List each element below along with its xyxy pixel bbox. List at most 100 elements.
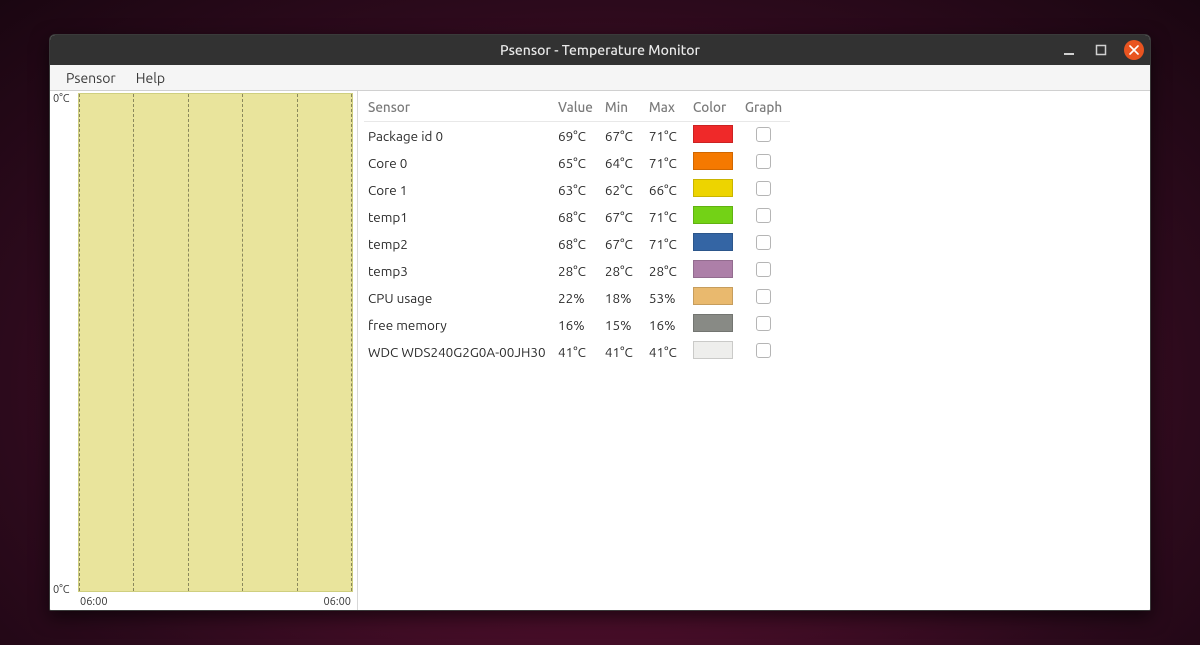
content-area: 0°C 0°C 06:00 06:00 Sensor	[50, 91, 1150, 610]
minimize-button[interactable]	[1060, 41, 1078, 59]
graph-grid	[79, 94, 352, 591]
maximize-button[interactable]	[1092, 41, 1110, 59]
sensor-value: 16%	[554, 311, 601, 338]
graph-checkbox[interactable]	[756, 316, 771, 331]
table-header-row[interactable]: Sensor Value Min Max Color Graph	[364, 95, 790, 122]
color-swatch[interactable]	[693, 233, 733, 251]
color-swatch[interactable]	[693, 206, 733, 224]
col-header-value[interactable]: Value	[554, 95, 601, 122]
sensor-min: 62°C	[601, 176, 645, 203]
col-header-min[interactable]: Min	[601, 95, 645, 122]
sensor-max: 16%	[645, 311, 689, 338]
graph-checkbox[interactable]	[756, 127, 771, 142]
sensor-name: Core 1	[364, 176, 554, 203]
sensor-graph-cell	[741, 311, 790, 338]
table-row[interactable]: Package id 069°C67°C71°C	[364, 122, 790, 150]
x-axis-start-label: 06:00	[80, 596, 108, 608]
sensor-graph-cell	[741, 149, 790, 176]
sensor-value: 41°C	[554, 338, 601, 365]
col-header-max[interactable]: Max	[645, 95, 689, 122]
color-swatch[interactable]	[693, 314, 733, 332]
graph-panel: 0°C 0°C 06:00 06:00	[50, 91, 358, 610]
sensor-color-cell	[689, 311, 741, 338]
y-axis-top-label: 0°C	[53, 93, 70, 105]
window-title: Psensor - Temperature Monitor	[500, 42, 700, 58]
table-row[interactable]: WDC WDS240G2G0A-00JH3041°C41°C41°C	[364, 338, 790, 365]
sensor-color-cell	[689, 149, 741, 176]
color-swatch[interactable]	[693, 179, 733, 197]
sensor-panel: Sensor Value Min Max Color Graph Package…	[358, 91, 1150, 610]
sensor-value: 69°C	[554, 122, 601, 150]
sensor-graph-cell	[741, 284, 790, 311]
sensor-max: 53%	[645, 284, 689, 311]
sensor-name: free memory	[364, 311, 554, 338]
sensor-min: 15%	[601, 311, 645, 338]
sensor-graph-cell	[741, 338, 790, 365]
sensor-max: 66°C	[645, 176, 689, 203]
menu-help[interactable]: Help	[126, 68, 175, 88]
sensor-value: 68°C	[554, 230, 601, 257]
sensor-value: 63°C	[554, 176, 601, 203]
sensor-color-cell	[689, 230, 741, 257]
graph-area[interactable]	[78, 93, 353, 592]
table-row[interactable]: Core 065°C64°C71°C	[364, 149, 790, 176]
color-swatch[interactable]	[693, 341, 733, 359]
sensor-color-cell	[689, 257, 741, 284]
grid-line	[351, 94, 352, 591]
sensor-max: 71°C	[645, 149, 689, 176]
table-row[interactable]: temp328°C28°C28°C	[364, 257, 790, 284]
col-header-color[interactable]: Color	[689, 95, 741, 122]
sensor-name: CPU usage	[364, 284, 554, 311]
sensor-min: 18%	[601, 284, 645, 311]
graph-checkbox[interactable]	[756, 181, 771, 196]
table-row[interactable]: Core 163°C62°C66°C	[364, 176, 790, 203]
minimize-icon	[1063, 44, 1075, 56]
sensor-graph-cell	[741, 203, 790, 230]
table-row[interactable]: CPU usage22%18%53%	[364, 284, 790, 311]
color-swatch[interactable]	[693, 287, 733, 305]
graph-checkbox[interactable]	[756, 208, 771, 223]
sensor-max: 28°C	[645, 257, 689, 284]
sensor-min: 41°C	[601, 338, 645, 365]
grid-line	[297, 94, 298, 591]
graph-checkbox[interactable]	[756, 343, 771, 358]
sensor-color-cell	[689, 338, 741, 365]
sensor-value: 22%	[554, 284, 601, 311]
sensor-value: 65°C	[554, 149, 601, 176]
table-row[interactable]: temp268°C67°C71°C	[364, 230, 790, 257]
sensor-graph-cell	[741, 122, 790, 150]
sensor-color-cell	[689, 203, 741, 230]
graph-checkbox[interactable]	[756, 154, 771, 169]
sensor-color-cell	[689, 122, 741, 150]
table-row[interactable]: temp168°C67°C71°C	[364, 203, 790, 230]
sensor-color-cell	[689, 284, 741, 311]
color-swatch[interactable]	[693, 260, 733, 278]
y-axis-bottom-label: 0°C	[53, 584, 70, 596]
color-swatch[interactable]	[693, 125, 733, 143]
titlebar[interactable]: Psensor - Temperature Monitor	[50, 35, 1150, 65]
close-button[interactable]	[1124, 40, 1144, 60]
graph-checkbox[interactable]	[756, 235, 771, 250]
sensor-max: 71°C	[645, 122, 689, 150]
sensor-name: temp1	[364, 203, 554, 230]
sensor-min: 28°C	[601, 257, 645, 284]
sensor-name: Package id 0	[364, 122, 554, 150]
sensor-table: Sensor Value Min Max Color Graph Package…	[364, 95, 790, 365]
grid-line	[133, 94, 134, 591]
close-icon	[1129, 45, 1139, 55]
maximize-icon	[1095, 44, 1107, 56]
sensor-name: temp2	[364, 230, 554, 257]
col-header-graph[interactable]: Graph	[741, 95, 790, 122]
grid-line	[242, 94, 243, 591]
menubar: Psensor Help	[50, 65, 1150, 91]
col-header-sensor[interactable]: Sensor	[364, 95, 554, 122]
sensor-color-cell	[689, 176, 741, 203]
graph-checkbox[interactable]	[756, 289, 771, 304]
color-swatch[interactable]	[693, 152, 733, 170]
sensor-name: temp3	[364, 257, 554, 284]
grid-line	[188, 94, 189, 591]
sensor-value: 68°C	[554, 203, 601, 230]
table-row[interactable]: free memory16%15%16%	[364, 311, 790, 338]
graph-checkbox[interactable]	[756, 262, 771, 277]
menu-psensor[interactable]: Psensor	[56, 68, 126, 88]
